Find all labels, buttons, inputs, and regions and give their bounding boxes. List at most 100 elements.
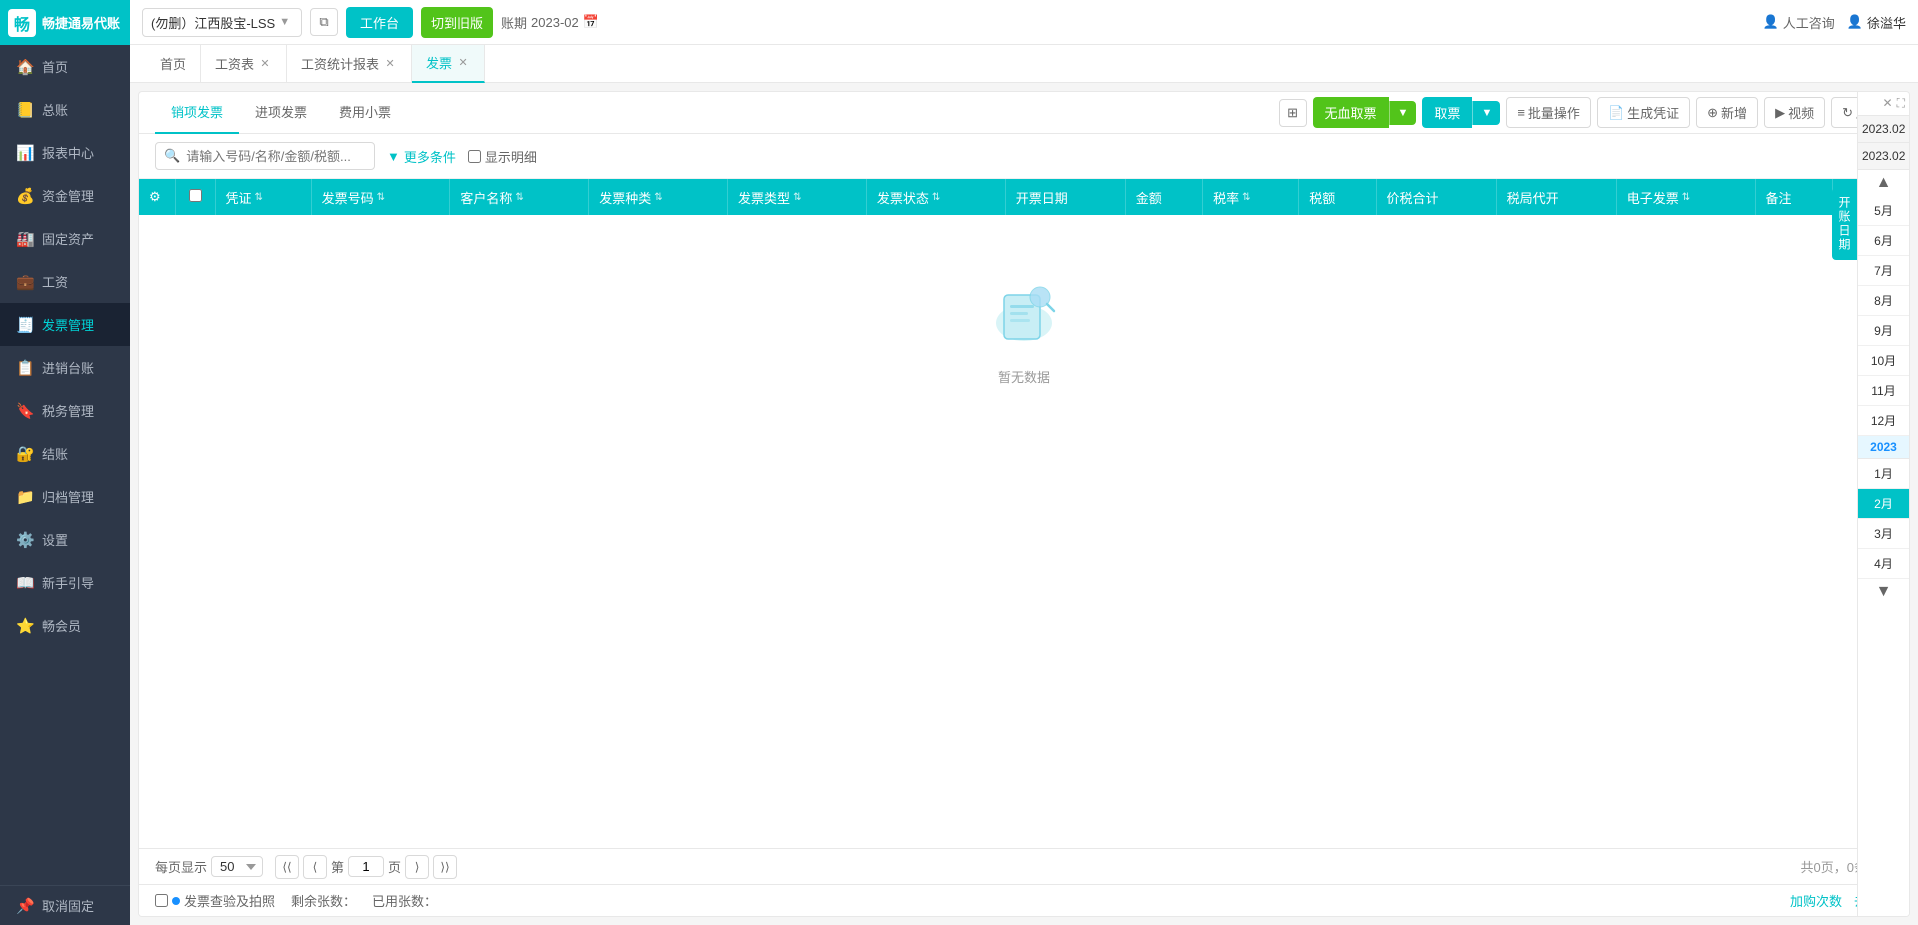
tab-payroll-stats-close[interactable]: ✕ — [383, 57, 397, 71]
sort-icon[interactable]: ⇅ — [1682, 192, 1690, 203]
date-month-6[interactable]: 6月 — [1858, 226, 1909, 256]
search-input[interactable] — [186, 149, 366, 164]
date-month-12[interactable]: 12月 — [1858, 406, 1909, 436]
th-checkbox[interactable] — [175, 179, 215, 215]
date-month-4[interactable]: 4月 — [1858, 549, 1909, 579]
sidebar-item-reports[interactable]: 📊 报表中心 — [0, 131, 130, 174]
service-button[interactable]: 👤 人工咨询 — [1763, 13, 1835, 32]
select-all-checkbox[interactable] — [189, 189, 202, 202]
refresh-icon: ↻ — [1842, 105, 1853, 121]
sub-tab-sales-invoice[interactable]: 销项发票 — [155, 92, 239, 134]
search-box[interactable]: 🔍 — [155, 142, 375, 170]
page-size-select[interactable]: 50 10 20 100 — [211, 856, 263, 877]
sort-icon[interactable]: ⇅ — [793, 192, 801, 203]
tab-invoice-close[interactable]: ✕ — [456, 56, 470, 70]
company-selector[interactable]: (勿删）江西股宝-LSS ▼ — [142, 8, 302, 37]
no-invoice-button[interactable]: 无血取票 — [1313, 97, 1389, 128]
pin-icon: 📌 — [16, 897, 34, 915]
add-count-link[interactable]: 加购次数 — [1790, 891, 1842, 910]
empty-state: 暂无数据 — [139, 215, 1909, 446]
date-panel-expand-icon[interactable]: ⛶ — [1897, 96, 1905, 111]
th-tax-total: 价税合计 — [1376, 179, 1496, 215]
date-panel-nav-up[interactable]: ▲ — [1858, 170, 1909, 196]
show-detail-checkbox[interactable] — [468, 150, 481, 163]
new-button[interactable]: ⊕ 新增 — [1696, 97, 1758, 128]
date-panel-close-icon[interactable]: ✕ — [1883, 96, 1893, 111]
date-month-5[interactable]: 5月 — [1858, 196, 1909, 226]
sidebar-item-home[interactable]: 🏠 首页 — [0, 45, 130, 88]
batch-ops-label: 批量操作 — [1528, 103, 1580, 122]
sort-icon[interactable]: ⇅ — [515, 192, 523, 203]
take-invoice-button[interactable]: 取票 — [1422, 97, 1472, 128]
take-invoice-dropdown[interactable]: ▼ — [1472, 101, 1500, 125]
date-panel-nav-down[interactable]: ▼ — [1858, 579, 1909, 605]
sidebar-item-label: 归档管理 — [42, 487, 94, 506]
period-label: 账期 — [501, 13, 527, 32]
no-invoice-dropdown[interactable]: ▼ — [1389, 101, 1417, 125]
sidebar-item-finance[interactable]: 💰 资金管理 — [0, 174, 130, 217]
archive-icon: 📁 — [16, 488, 34, 506]
gen-voucher-button[interactable]: 📄 生成凭证 — [1597, 97, 1690, 128]
sub-tab-expense-receipt[interactable]: 费用小票 — [323, 92, 407, 134]
sidebar-item-label: 税务管理 — [42, 401, 94, 420]
used-label: 已用张数： — [372, 891, 437, 910]
date-month-1[interactable]: 1月 — [1858, 459, 1909, 489]
date-month-9[interactable]: 9月 — [1858, 316, 1909, 346]
date-month-11[interactable]: 11月 — [1858, 376, 1909, 406]
sidebar-item-settings[interactable]: ⚙️ 设置 — [0, 518, 130, 561]
tab-invoice[interactable]: 发票 ✕ — [412, 45, 485, 83]
sidebar-item-member[interactable]: ⭐ 畅会员 — [0, 604, 130, 647]
sidebar-item-archive[interactable]: 📁 归档管理 — [0, 475, 130, 518]
th-e-invoice-label: 电子发票 — [1627, 188, 1679, 207]
tab-payroll-table[interactable]: 工资表 ✕ — [201, 45, 287, 83]
invoice-check-checkbox[interactable] — [155, 894, 168, 907]
video-button[interactable]: ▶ 视频 — [1764, 97, 1825, 128]
sidebar-item-fixed-assets[interactable]: 🏭 固定资产 — [0, 217, 130, 260]
tab-payroll-stats[interactable]: 工资统计报表 ✕ — [287, 45, 412, 83]
sidebar-item-guide[interactable]: 📖 新手引导 — [0, 561, 130, 604]
content-area: 销项发票 进项发票 费用小票 ⊞ 无血取票 ▼ — [138, 91, 1910, 917]
sidebar-item-payroll[interactable]: 💼 工资 — [0, 260, 130, 303]
sidebar-item-invoice[interactable]: 🧾 发票管理 — [0, 303, 130, 346]
date-panel-header-2[interactable]: 2023.02 — [1858, 143, 1909, 170]
date-month-8[interactable]: 8月 — [1858, 286, 1909, 316]
date-month-2-active[interactable]: 2月 — [1858, 489, 1909, 519]
more-filters-button[interactable]: ▼ 更多条件 — [387, 147, 456, 166]
tab-home[interactable]: 首页 — [146, 45, 201, 83]
sidebar-item-ledger[interactable]: 📒 总账 — [0, 88, 130, 131]
workbench-button[interactable]: 工作台 — [346, 7, 413, 38]
sort-icon[interactable]: ⇅ — [1242, 192, 1250, 203]
page-input[interactable] — [348, 856, 384, 877]
tab-payroll-table-close[interactable]: ✕ — [258, 57, 272, 71]
sidebar-item-tax[interactable]: 🔖 税务管理 — [0, 389, 130, 432]
copy-button[interactable]: ⧉ — [310, 8, 338, 36]
date-panel-header-1[interactable]: 2023.02 — [1858, 116, 1909, 143]
date-month-7[interactable]: 7月 — [1858, 256, 1909, 286]
th-settings[interactable]: ⚙ — [139, 179, 175, 215]
next-page-button[interactable]: ⟩ — [405, 855, 429, 879]
sidebar-item-close[interactable]: 🔐 结账 — [0, 432, 130, 475]
old-version-button[interactable]: 切到旧版 — [421, 7, 493, 38]
last-page-button[interactable]: ⟩⟩ — [433, 855, 457, 879]
open-period-button[interactable]: 开账日期 — [1832, 188, 1857, 260]
sort-icon[interactable]: ⇅ — [932, 192, 940, 203]
gen-voucher-icon: 📄 — [1608, 105, 1624, 121]
date-month-3[interactable]: 3月 — [1858, 519, 1909, 549]
prev-page-button[interactable]: ⟨ — [303, 855, 327, 879]
sub-tab-purchase-invoice[interactable]: 进项发票 — [239, 92, 323, 134]
sort-icon[interactable]: ⇅ — [255, 192, 263, 203]
date-panel-year-2023: 2023 — [1858, 436, 1909, 459]
user-button[interactable]: 👤 徐溢华 — [1847, 13, 1906, 32]
unpin-button[interactable]: 📌 取消固定 — [0, 886, 130, 925]
batch-ops-button[interactable]: ≡ 批量操作 — [1506, 97, 1591, 128]
show-detail-checkbox-label[interactable]: 显示明细 — [468, 147, 537, 166]
sort-icon[interactable]: ⇅ — [377, 192, 385, 203]
sidebar-item-sales[interactable]: 📋 进销台账 — [0, 346, 130, 389]
sort-icon[interactable]: ⇅ — [654, 192, 662, 203]
th-invoice-no: 发票号码 ⇅ — [311, 179, 450, 215]
grid-icon-button[interactable]: ⊞ — [1279, 99, 1307, 127]
first-page-button[interactable]: ⟨⟨ — [275, 855, 299, 879]
date-month-10[interactable]: 10月 — [1858, 346, 1909, 376]
sidebar-item-label: 新手引导 — [42, 573, 94, 592]
ledger-icon: 📒 — [16, 101, 34, 119]
